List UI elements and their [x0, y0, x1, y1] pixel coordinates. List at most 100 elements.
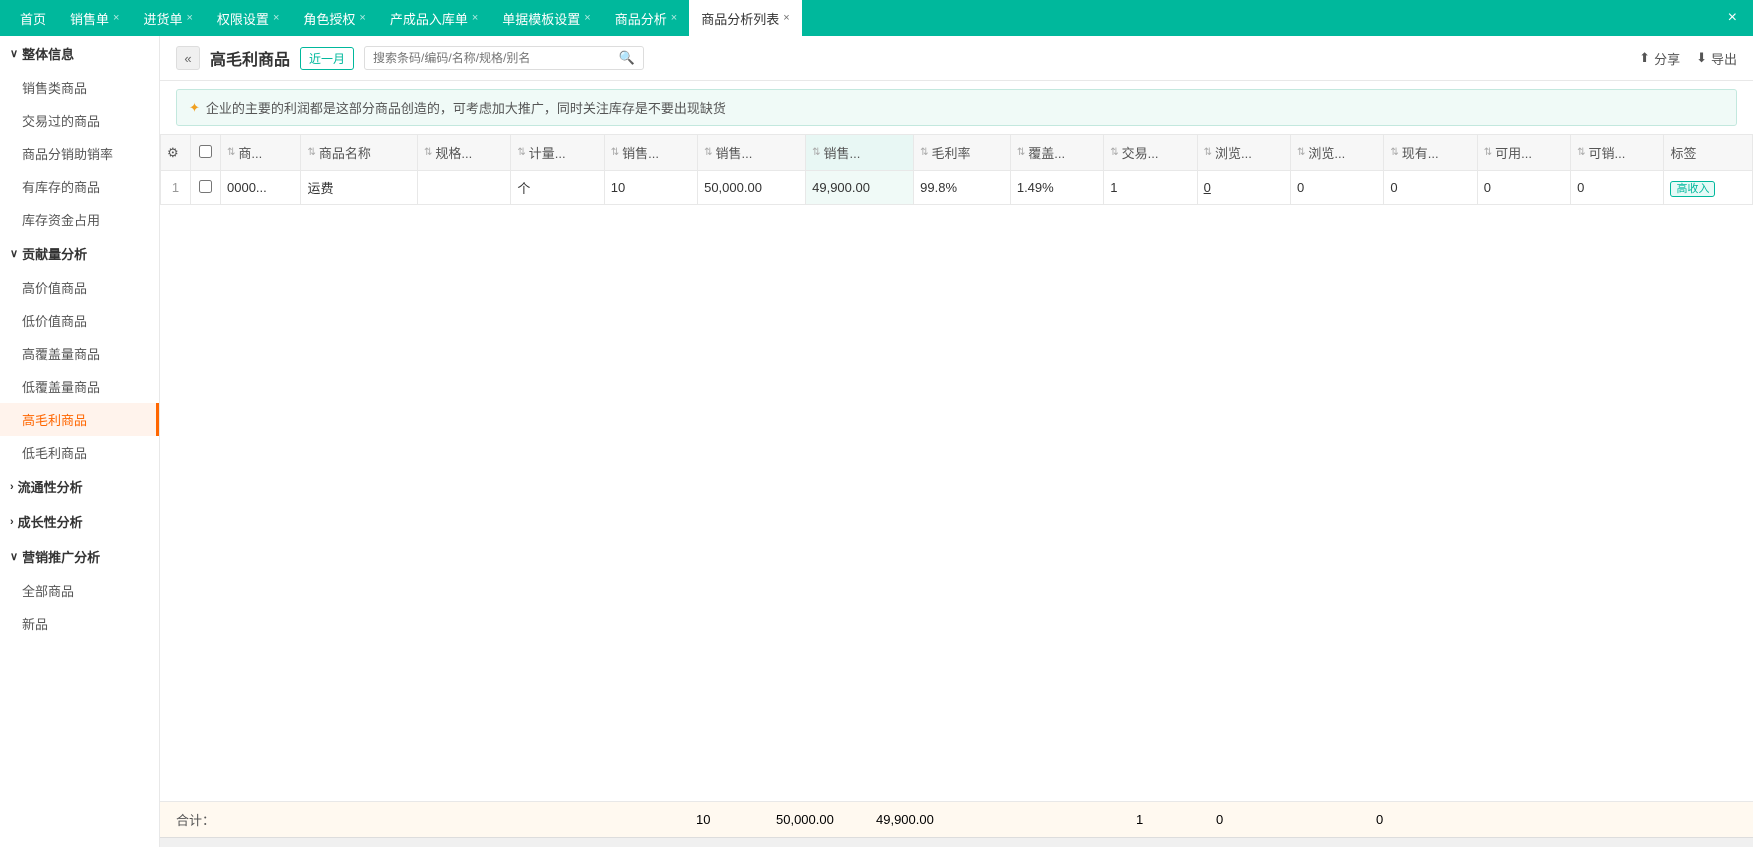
- sidebar-item-low-value[interactable]: 低价值商品: [0, 304, 159, 337]
- info-icon: ✦: [189, 100, 200, 116]
- sidebar-item-high-coverage[interactable]: 高覆盖量商品: [0, 337, 159, 370]
- export-button[interactable]: ⬇ 导出: [1696, 49, 1737, 68]
- share-button[interactable]: ⬆ 分享: [1639, 49, 1680, 68]
- close-analysis-tab[interactable]: ×: [671, 12, 677, 24]
- col-stock-current[interactable]: ⇅ 现有...: [1384, 135, 1477, 171]
- nav-tab-home[interactable]: 首页: [8, 0, 58, 36]
- page-title: 高毛利商品: [210, 46, 290, 70]
- top-navigation: 首页 销售单 × 进货单 × 权限设置 × 角色授权 × 产成品入库单 × 单据…: [0, 0, 1753, 36]
- col-settings[interactable]: ⚙: [161, 135, 191, 171]
- col-name[interactable]: ⇅ 商品名称: [301, 135, 418, 171]
- col-checkbox: [191, 135, 221, 171]
- search-icon[interactable]: 🔍: [619, 50, 635, 66]
- row-name[interactable]: 运费: [301, 171, 418, 205]
- nav-tab-sales[interactable]: 销售单 ×: [58, 0, 131, 36]
- row-num: 1: [161, 171, 191, 205]
- col-unit[interactable]: ⇅ 计量...: [511, 135, 604, 171]
- col-coverage[interactable]: ⇅ 覆盖...: [1010, 135, 1103, 171]
- row-views2: 0: [1290, 171, 1383, 205]
- col-spec[interactable]: ⇅ 规格...: [417, 135, 510, 171]
- nav-tab-roles[interactable]: 角色授权 ×: [291, 0, 377, 36]
- col-gross-margin[interactable]: ⇅ 毛利率: [914, 135, 1011, 171]
- close-roles-tab[interactable]: ×: [359, 12, 365, 24]
- sidebar-item-low-margin[interactable]: 低毛利商品: [0, 436, 159, 469]
- row-views1[interactable]: 0: [1197, 171, 1290, 205]
- sidebar-group-liquidity[interactable]: › 流通性分析: [0, 469, 159, 504]
- row-spec: [417, 171, 510, 205]
- export-icon: ⬇: [1696, 50, 1707, 66]
- data-table-container: ⚙ ⇅ 商... ⇅: [160, 134, 1753, 801]
- sidebar-item-all-products[interactable]: 全部商品: [0, 574, 159, 607]
- col-code[interactable]: ⇅ 商...: [221, 135, 301, 171]
- close-products-tab[interactable]: ×: [472, 12, 478, 24]
- row-coverage: 1.49%: [1010, 171, 1103, 205]
- footer-views1: 0: [1216, 812, 1296, 827]
- close-all-button[interactable]: ×: [1720, 9, 1745, 27]
- sidebar-item-low-coverage[interactable]: 低覆盖量商品: [0, 370, 159, 403]
- sidebar-item-high-value[interactable]: 高价值商品: [0, 271, 159, 304]
- row-transactions: 1: [1104, 171, 1197, 205]
- col-stock-available[interactable]: ⇅ 可用...: [1477, 135, 1570, 171]
- info-banner: ✦ 企业的主要的利润都是这部分商品创造的，可考虑加大推广，同时关注库存是不要出现…: [176, 89, 1737, 126]
- col-views2[interactable]: ⇅ 浏览...: [1290, 135, 1383, 171]
- sidebar-group-overall[interactable]: ∨ 整体信息: [0, 36, 159, 71]
- expand-arrow-liquidity: ›: [10, 481, 14, 493]
- expand-arrow-contribution: ∨: [10, 247, 18, 260]
- nav-tab-products[interactable]: 产成品入库单 ×: [378, 0, 490, 36]
- collapse-sidebar-button[interactable]: «: [176, 46, 200, 70]
- nav-tab-permissions[interactable]: 权限设置 ×: [205, 0, 291, 36]
- nav-tab-analysis-list[interactable]: 商品分析列表 ×: [689, 0, 801, 36]
- row-sales-amount: 50,000.00: [698, 171, 806, 205]
- row-unit: 个: [511, 171, 604, 205]
- product-table: ⚙ ⇅ 商... ⇅: [160, 134, 1753, 205]
- col-sales-qty[interactable]: ⇅ 销售...: [604, 135, 697, 171]
- sidebar-item-new-products[interactable]: 新品: [0, 607, 159, 640]
- sidebar-item-sales-products[interactable]: 销售类商品: [0, 71, 159, 104]
- sort-icon: ⇅: [920, 147, 928, 158]
- share-icon: ⬆: [1639, 50, 1650, 66]
- footer-sales-qty: 10: [696, 812, 776, 827]
- horizontal-scrollbar[interactable]: [160, 837, 1753, 847]
- select-all-checkbox[interactable]: [199, 145, 212, 158]
- search-box: 🔍: [364, 46, 644, 70]
- sidebar-item-distribution-rate[interactable]: 商品分销助销率: [0, 137, 159, 170]
- sidebar: ∨ 整体信息 销售类商品 交易过的商品 商品分销助销率 有库存的商品 库存资金占…: [0, 36, 160, 847]
- sidebar-item-stock-capital[interactable]: 库存资金占用: [0, 203, 159, 236]
- sidebar-group-marketing[interactable]: ∨ 营销推广分析: [0, 539, 159, 574]
- footer-transactions: 1: [1136, 812, 1216, 827]
- main-layout: ∨ 整体信息 销售类商品 交易过的商品 商品分销助销率 有库存的商品 库存资金占…: [0, 36, 1753, 847]
- row-checkbox[interactable]: [199, 180, 212, 193]
- search-input[interactable]: [373, 51, 619, 65]
- sidebar-item-stock-products[interactable]: 有库存的商品: [0, 170, 159, 203]
- col-sales-profit[interactable]: ⇅ 销售...: [806, 135, 914, 171]
- col-stock-sellable[interactable]: ⇅ 可销...: [1571, 135, 1664, 171]
- sidebar-item-traded-products[interactable]: 交易过的商品: [0, 104, 159, 137]
- sort-icon: ⇅: [307, 147, 315, 158]
- col-views1[interactable]: ⇅ 浏览...: [1197, 135, 1290, 171]
- time-filter-button[interactable]: 近一月: [300, 47, 354, 70]
- row-stock-available: 0: [1477, 171, 1570, 205]
- col-transactions[interactable]: ⇅ 交易...: [1104, 135, 1197, 171]
- col-sales-amount[interactable]: ⇅ 销售...: [698, 135, 806, 171]
- header-actions: ⬆ 分享 ⬇ 导出: [1639, 49, 1737, 68]
- sort-icon: ⇅: [611, 147, 619, 158]
- table-row: 1 0000... 运费 个 10 50,000.00 49,900.00 99…: [161, 171, 1753, 205]
- footer-sales-profit: 49,900.00: [876, 812, 976, 827]
- sidebar-group-contribution[interactable]: ∨ 贡献量分析: [0, 236, 159, 271]
- sort-icon: ⇅: [1297, 147, 1305, 158]
- nav-tab-templates[interactable]: 单据模板设置 ×: [490, 0, 602, 36]
- sort-icon: ⇅: [1577, 147, 1585, 158]
- close-sales-tab[interactable]: ×: [113, 12, 119, 24]
- close-analysis-list-tab[interactable]: ×: [783, 12, 789, 24]
- content-header: « 高毛利商品 近一月 🔍 ⬆ 分享 ⬇ 导出: [160, 36, 1753, 81]
- close-permissions-tab[interactable]: ×: [273, 12, 279, 24]
- sort-icon: ⇅: [1390, 147, 1398, 158]
- nav-tab-analysis[interactable]: 商品分析 ×: [603, 0, 689, 36]
- nav-tab-purchase[interactable]: 进货单 ×: [131, 0, 204, 36]
- row-tag: 高收入: [1664, 171, 1753, 205]
- close-templates-tab[interactable]: ×: [584, 12, 590, 24]
- close-purchase-tab[interactable]: ×: [186, 12, 192, 24]
- footer-sales-amount: 50,000.00: [776, 812, 876, 827]
- sidebar-group-growth[interactable]: › 成长性分析: [0, 504, 159, 539]
- sidebar-item-high-margin[interactable]: 高毛利商品: [0, 403, 159, 436]
